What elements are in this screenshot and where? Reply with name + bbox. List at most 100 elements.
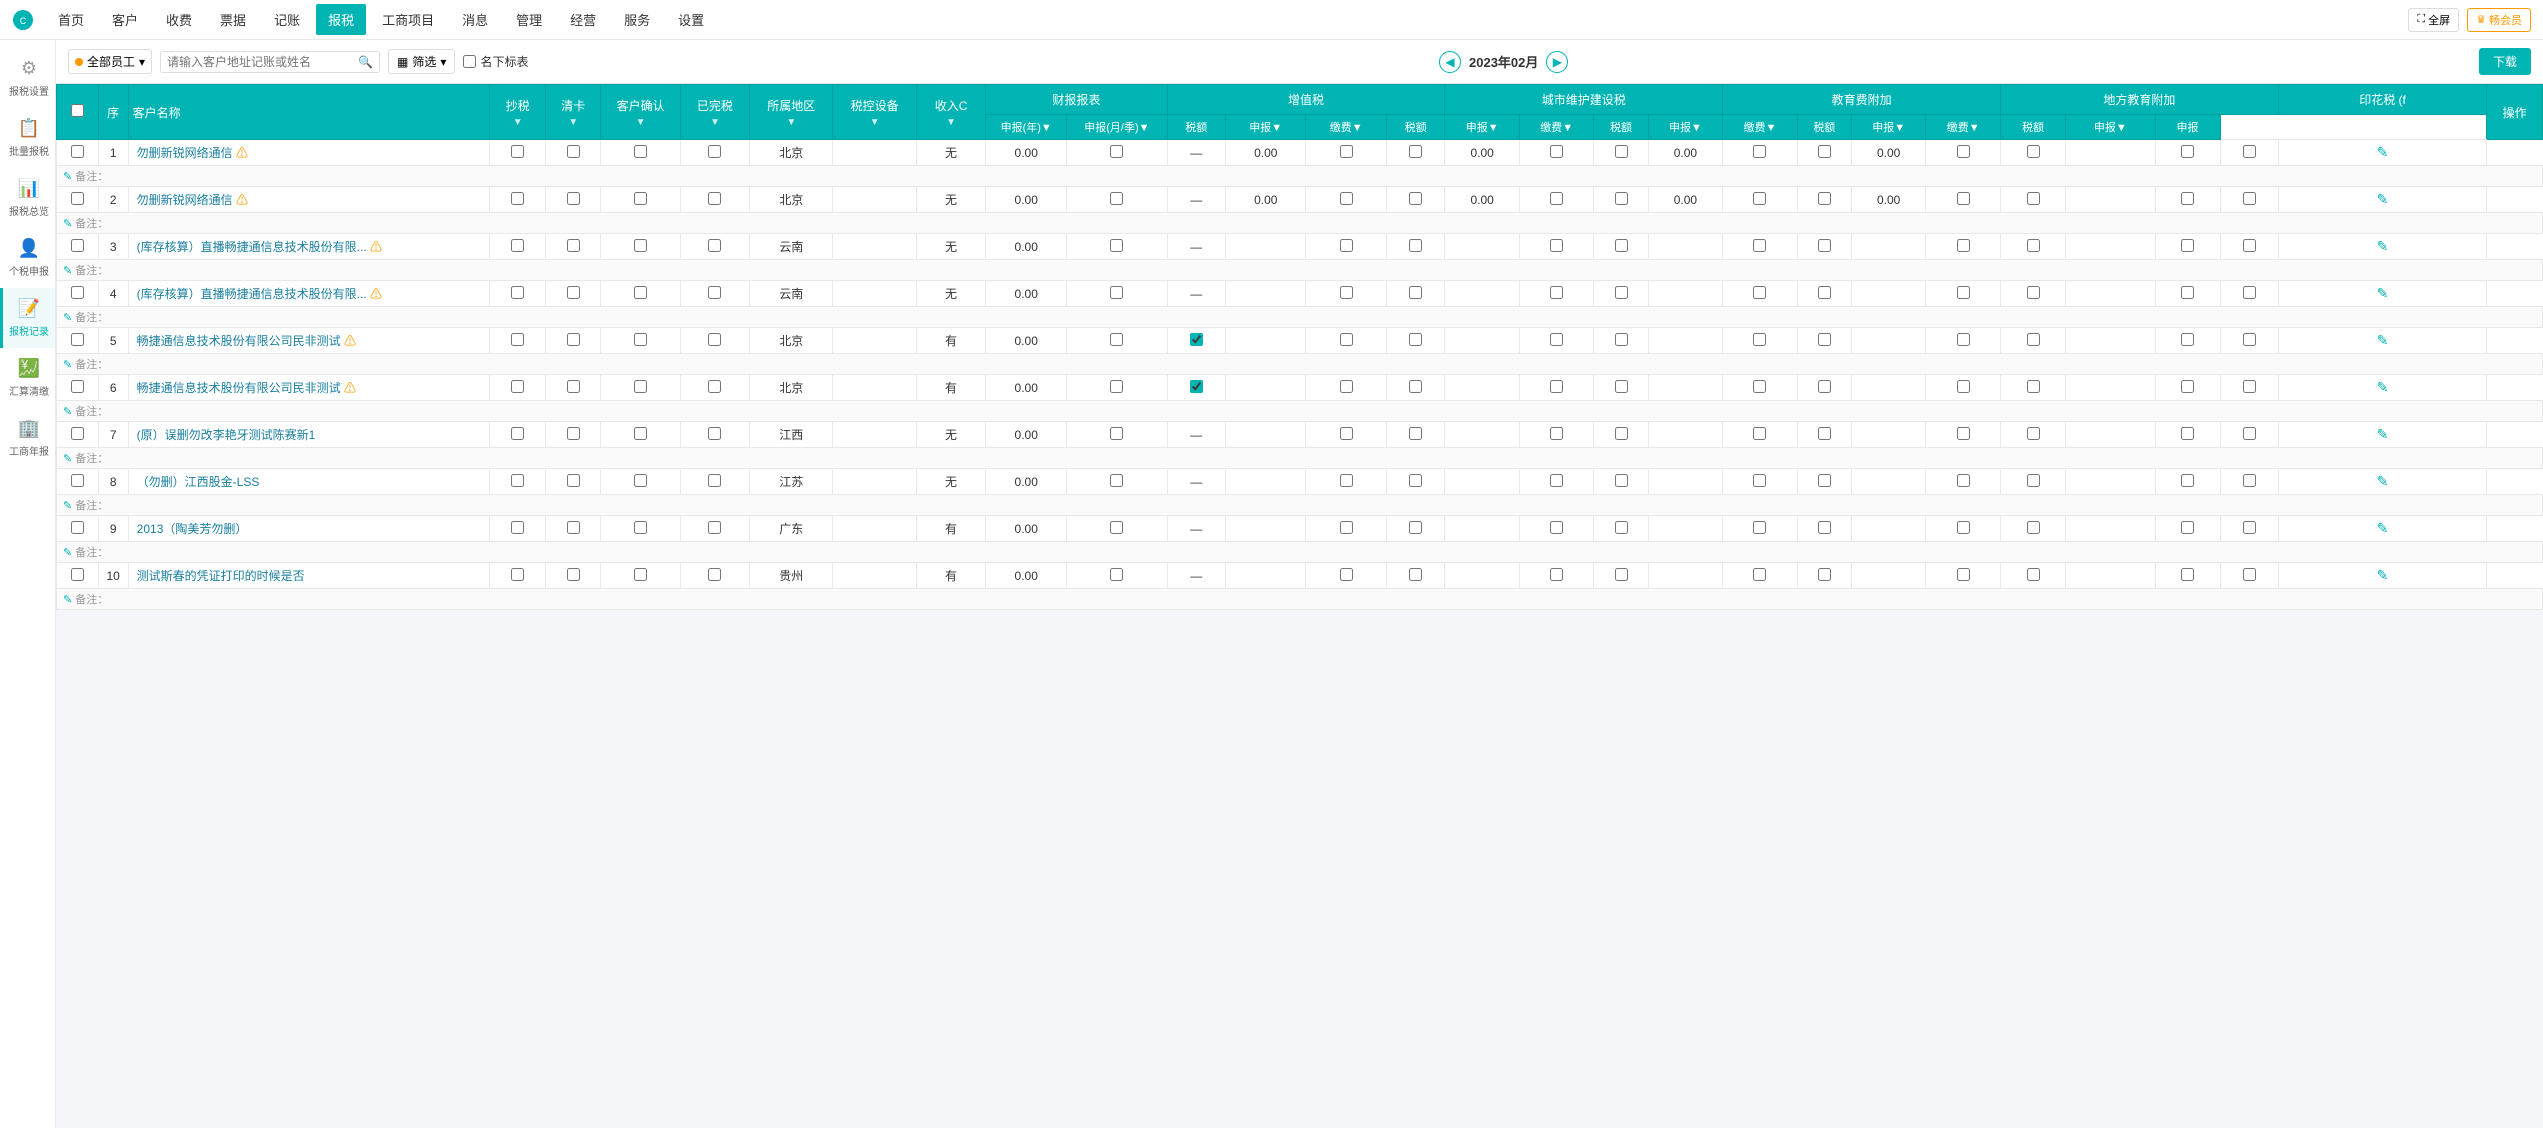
- paid-checkbox-3[interactable]: [708, 286, 721, 299]
- vat-declare-checkbox-9[interactable]: [1340, 568, 1353, 581]
- edit-icon-1[interactable]: ✎: [2377, 191, 2389, 207]
- fr-year-checkbox-7[interactable]: [1110, 474, 1123, 487]
- edu-pay-checkbox-2[interactable]: [1818, 239, 1831, 252]
- nav-customer[interactable]: 客户: [100, 4, 150, 35]
- edu-declare-checkbox-8[interactable]: [1753, 521, 1766, 534]
- paid-checkbox-2[interactable]: [708, 239, 721, 252]
- nav-account[interactable]: 记账: [262, 4, 312, 35]
- stamp-declare-checkbox-8[interactable]: [2181, 521, 2194, 534]
- local-pay-checkbox-5[interactable]: [2027, 380, 2040, 393]
- row-checkbox-7[interactable]: [71, 474, 84, 487]
- row-checkbox-4[interactable]: [71, 333, 84, 346]
- city-pay-checkbox-3[interactable]: [1615, 286, 1628, 299]
- local-declare-checkbox-0[interactable]: [1957, 145, 1970, 158]
- edu-declare-checkbox-3[interactable]: [1753, 286, 1766, 299]
- city-declare-checkbox-6[interactable]: [1550, 427, 1563, 440]
- fr-year-checkbox-5[interactable]: [1110, 380, 1123, 393]
- city-declare-checkbox-2[interactable]: [1550, 239, 1563, 252]
- vat-declare-checkbox-2[interactable]: [1340, 239, 1353, 252]
- confirm-checkbox-2[interactable]: [634, 239, 647, 252]
- nav-settings[interactable]: 设置: [666, 4, 716, 35]
- row-checkbox-6[interactable]: [71, 427, 84, 440]
- employee-filter-select[interactable]: 全部员工 ▾: [68, 49, 152, 74]
- vat-pay-checkbox-9[interactable]: [1409, 568, 1422, 581]
- local-declare-checkbox-4[interactable]: [1957, 333, 1970, 346]
- stamp-shen-checkbox-4[interactable]: [2243, 333, 2256, 346]
- stamp-shen-checkbox-8[interactable]: [2243, 521, 2256, 534]
- qingka-checkbox-3[interactable]: [567, 286, 580, 299]
- paid-checkbox-0[interactable]: [708, 145, 721, 158]
- customer-name[interactable]: （勿删）江西股金-LSS: [128, 469, 490, 495]
- city-declare-checkbox-1[interactable]: [1550, 192, 1563, 205]
- row-checkbox-5[interactable]: [71, 380, 84, 393]
- vat-declare-checkbox-4[interactable]: [1340, 333, 1353, 346]
- sidebar-item-tax-record[interactable]: 📝 报税记录: [0, 288, 55, 348]
- local-pay-checkbox-7[interactable]: [2027, 474, 2040, 487]
- nav-operation[interactable]: 经营: [558, 4, 608, 35]
- edu-pay-checkbox-7[interactable]: [1818, 474, 1831, 487]
- edu-pay-checkbox-6[interactable]: [1818, 427, 1831, 440]
- local-pay-checkbox-1[interactable]: [2027, 192, 2040, 205]
- nav-management[interactable]: 管理: [504, 4, 554, 35]
- confirm-checkbox-5[interactable]: [634, 380, 647, 393]
- edit-icon-3[interactable]: ✎: [2377, 285, 2389, 301]
- vat-declare-checkbox-1[interactable]: [1340, 192, 1353, 205]
- nav-commerce[interactable]: 工商项目: [370, 4, 446, 35]
- edit-icon-9[interactable]: ✎: [2377, 567, 2389, 583]
- fr-month-checkbox-4[interactable]: [1190, 333, 1203, 346]
- nav-service[interactable]: 服务: [612, 4, 662, 35]
- vat-declare-checkbox-7[interactable]: [1340, 474, 1353, 487]
- vat-pay-checkbox-7[interactable]: [1409, 474, 1422, 487]
- vat-declare-checkbox-6[interactable]: [1340, 427, 1353, 440]
- sidebar-item-personal-tax[interactable]: 👤 个税申报: [0, 228, 55, 288]
- vat-pay-checkbox-6[interactable]: [1409, 427, 1422, 440]
- confirm-checkbox-0[interactable]: [634, 145, 647, 158]
- stamp-declare-checkbox-9[interactable]: [2181, 568, 2194, 581]
- edit-icon-6[interactable]: ✎: [2377, 426, 2389, 442]
- confirm-checkbox-6[interactable]: [634, 427, 647, 440]
- stamp-shen-checkbox-2[interactable]: [2243, 239, 2256, 252]
- qingka-checkbox-8[interactable]: [567, 521, 580, 534]
- stamp-declare-checkbox-2[interactable]: [2181, 239, 2194, 252]
- local-declare-checkbox-3[interactable]: [1957, 286, 1970, 299]
- customer-name[interactable]: 畅捷通信息技术股份有限公司民非测试 ⚠: [128, 375, 490, 401]
- vat-declare-checkbox-3[interactable]: [1340, 286, 1353, 299]
- city-pay-checkbox-5[interactable]: [1615, 380, 1628, 393]
- city-declare-checkbox-7[interactable]: [1550, 474, 1563, 487]
- edit-icon-5[interactable]: ✎: [2377, 379, 2389, 395]
- row-checkbox-1[interactable]: [71, 192, 84, 205]
- row-checkbox-3[interactable]: [71, 286, 84, 299]
- city-declare-checkbox-4[interactable]: [1550, 333, 1563, 346]
- search-box[interactable]: 🔍: [160, 51, 380, 73]
- local-pay-checkbox-6[interactable]: [2027, 427, 2040, 440]
- local-pay-checkbox-2[interactable]: [2027, 239, 2040, 252]
- local-declare-checkbox-1[interactable]: [1957, 192, 1970, 205]
- stamp-shen-checkbox-0[interactable]: [2243, 145, 2256, 158]
- fr-year-checkbox-6[interactable]: [1110, 427, 1123, 440]
- chaoshui-checkbox-5[interactable]: [511, 380, 524, 393]
- stamp-declare-checkbox-6[interactable]: [2181, 427, 2194, 440]
- edit-icon-4[interactable]: ✎: [2377, 332, 2389, 348]
- select-all-checkbox[interactable]: [71, 104, 84, 117]
- row-checkbox-9[interactable]: [71, 568, 84, 581]
- sidebar-item-tax-settings[interactable]: ⚙ 报税设置: [0, 48, 55, 108]
- fr-month-checkbox-5[interactable]: [1190, 380, 1203, 393]
- prev-month-button[interactable]: ◀: [1439, 51, 1461, 73]
- city-pay-checkbox-4[interactable]: [1615, 333, 1628, 346]
- download-button[interactable]: 下载: [2479, 48, 2531, 75]
- stamp-declare-checkbox-5[interactable]: [2181, 380, 2194, 393]
- paid-checkbox-8[interactable]: [708, 521, 721, 534]
- qingka-checkbox-4[interactable]: [567, 333, 580, 346]
- stamp-declare-checkbox-1[interactable]: [2181, 192, 2194, 205]
- edit-icon-0[interactable]: ✎: [2377, 144, 2389, 160]
- local-pay-checkbox-4[interactable]: [2027, 333, 2040, 346]
- qingka-checkbox-1[interactable]: [567, 192, 580, 205]
- local-declare-checkbox-7[interactable]: [1957, 474, 1970, 487]
- stamp-declare-checkbox-7[interactable]: [2181, 474, 2194, 487]
- city-pay-checkbox-6[interactable]: [1615, 427, 1628, 440]
- search-input[interactable]: [167, 55, 354, 69]
- stamp-declare-checkbox-3[interactable]: [2181, 286, 2194, 299]
- edu-declare-checkbox-5[interactable]: [1753, 380, 1766, 393]
- fr-year-checkbox-9[interactable]: [1110, 568, 1123, 581]
- confirm-checkbox-4[interactable]: [634, 333, 647, 346]
